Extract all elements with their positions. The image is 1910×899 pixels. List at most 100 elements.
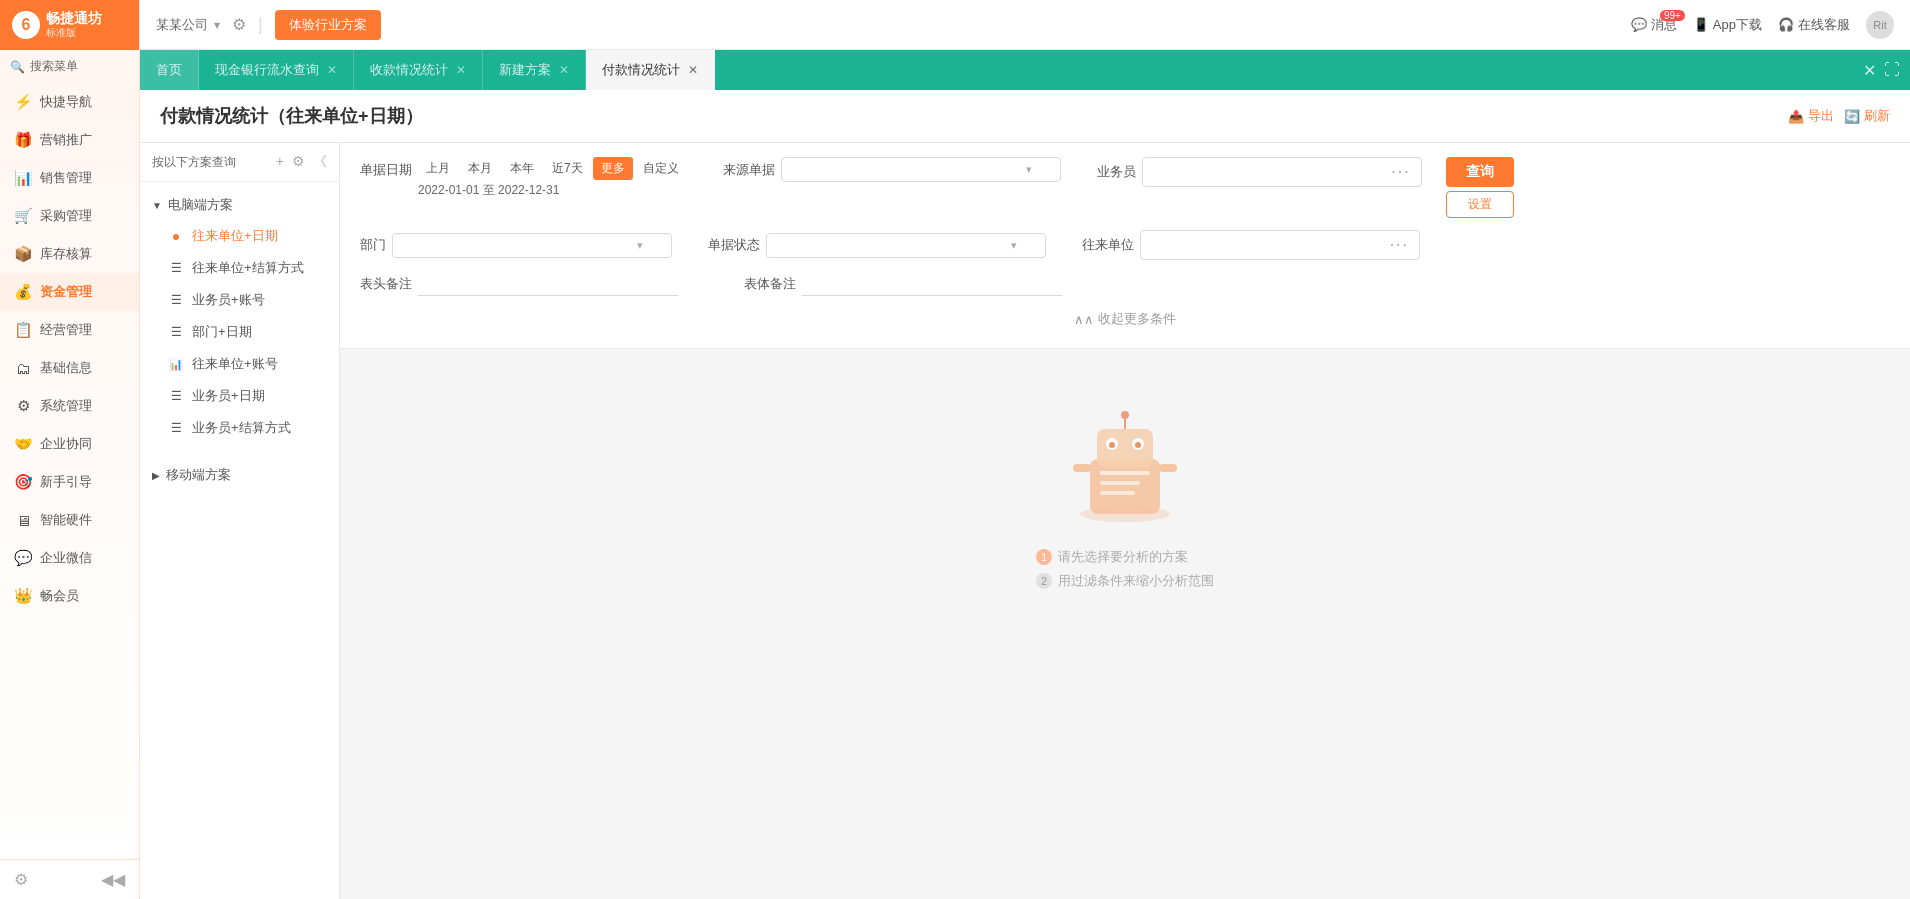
message-icon: 💬 [1631, 17, 1647, 32]
scheme-item-staff-account[interactable]: ☰ 业务员+账号 [140, 284, 339, 316]
date-this-month[interactable]: 本月 [460, 157, 500, 180]
tab-expand-icon[interactable]: ⛶ [1884, 61, 1900, 79]
dept-select[interactable]: ▾ [392, 233, 672, 258]
tab-home[interactable]: 首页 [140, 50, 199, 90]
messages-badge: 99+ [1660, 10, 1685, 21]
collapse-btn[interactable]: ∧∧ 收起更多条件 [360, 304, 1890, 334]
payment-tab-close-icon[interactable]: ✕ [688, 63, 698, 77]
tab-close-all-icon[interactable]: ✕ [1863, 61, 1876, 80]
date-last-month[interactable]: 上月 [418, 157, 458, 180]
sidebar-item-cooperation[interactable]: 🤝 企业协同 [0, 425, 139, 463]
scheme-item-partner-date[interactable]: ● 往来单位+日期 [140, 220, 339, 252]
sidebar-collapse-icon[interactable]: ◀◀ [101, 870, 125, 889]
messages-btn[interactable]: 💬 消息 99+ [1631, 16, 1677, 34]
panel-settings-icon[interactable]: ⚙ [292, 153, 305, 171]
logo-icon: 6 [12, 11, 40, 39]
dept-label: 部门 [360, 236, 386, 254]
search-menu[interactable]: 🔍 搜索菜单 [0, 50, 139, 83]
app-sub: 标准版 [46, 26, 102, 40]
topbar-settings-icon[interactable]: ⚙ [232, 15, 246, 34]
panel-add-icon[interactable]: + [276, 153, 284, 171]
panel-header-label: 按以下方案查询 [152, 154, 236, 171]
export-label: 导出 [1808, 107, 1834, 125]
new-plan-tab-close-icon[interactable]: ✕ [559, 63, 569, 77]
refresh-btn[interactable]: 🔄 刷新 [1844, 107, 1890, 125]
company-dropdown-icon[interactable]: ▾ [214, 18, 220, 32]
date-last-7[interactable]: 近7天 [544, 157, 591, 180]
user-avatar[interactable]: Rit [1866, 11, 1894, 39]
sidebar-item-sales[interactable]: 📊 销售管理 [0, 159, 139, 197]
filter-row-1: 单据日期 上月 本月 本年 近7天 更多 自定义 [360, 157, 1890, 218]
salesman-select[interactable]: ··· [1142, 157, 1422, 187]
source-select[interactable]: ▾ [781, 157, 1061, 182]
sidebar-item-inventory[interactable]: 📦 库存核算 [0, 235, 139, 273]
filter-settings-btn[interactable]: 设置 [1446, 191, 1514, 218]
sidebar-item-system-label: 系统管理 [40, 397, 92, 415]
scheme-item-partner-account[interactable]: 📊 往来单位+账号 [140, 348, 339, 380]
date-custom[interactable]: 自定义 [635, 157, 687, 180]
basics-icon: 🗂 [14, 359, 32, 377]
pc-section-header[interactable]: ▼ 电脑端方案 [140, 190, 339, 220]
scheme-item-partner-settle[interactable]: ☰ 往来单位+结算方式 [140, 252, 339, 284]
empty-state: 请先选择要分析的方案 用过滤条件来缩小分析范围 [340, 349, 1910, 653]
sidebar-item-finance-label: 资金管理 [40, 283, 92, 301]
scheme-item-staff-settle[interactable]: ☰ 业务员+结算方式 [140, 412, 339, 444]
collapse-icon: ∧∧ [1074, 312, 1094, 327]
tab-bank[interactable]: 现金银行流水查询 ✕ [199, 50, 354, 90]
company-area: 某某公司 ▾ [156, 16, 220, 34]
sidebar-item-purchase[interactable]: 🛒 采购管理 [0, 197, 139, 235]
panel-collapse-icon[interactable]: 《 [313, 153, 327, 171]
topbar-divider: | [258, 14, 263, 35]
tab-payment[interactable]: 付款情况统计 ✕ [586, 50, 715, 90]
wechat-icon: 💬 [14, 549, 32, 567]
scheme-item-dept-date-label: 部门+日期 [192, 323, 252, 341]
svg-point-6 [1135, 442, 1141, 448]
svg-rect-9 [1073, 464, 1091, 472]
receipt-tab-close-icon[interactable]: ✕ [456, 63, 466, 77]
page-title: 付款情况统计（往来单位+日期） [160, 104, 423, 128]
sidebar-item-finance[interactable]: 💰 资金管理 [0, 273, 139, 311]
scheme-item-staff-date[interactable]: ☰ 业务员+日期 [140, 380, 339, 412]
quick-nav-icon: ⚡ [14, 93, 32, 111]
download-btn[interactable]: 📱 App下载 [1693, 16, 1762, 34]
bank-tab-close-icon[interactable]: ✕ [327, 63, 337, 77]
tab-receipt[interactable]: 收款情况统计 ✕ [354, 50, 483, 90]
sidebar-item-operations[interactable]: 📋 经营管理 [0, 311, 139, 349]
scheme-active-icon: ● [168, 228, 184, 244]
filter-partner-group: 往来单位 ··· [1082, 230, 1420, 260]
home-tab-label: 首页 [156, 61, 182, 79]
partner-select[interactable]: ··· [1140, 230, 1420, 260]
sidebar-item-marketing[interactable]: 🎁 营销推广 [0, 121, 139, 159]
date-label: 单据日期 [360, 157, 412, 179]
filter-date-group: 单据日期 上月 本月 本年 近7天 更多 自定义 [360, 157, 687, 199]
svg-rect-13 [1100, 491, 1135, 495]
sidebar-item-system[interactable]: ⚙ 系统管理 [0, 387, 139, 425]
body-note-input[interactable] [802, 272, 1062, 296]
date-more[interactable]: 更多 [593, 157, 633, 180]
sidebar-item-guide[interactable]: 🎯 新手引导 [0, 463, 139, 501]
sidebar-item-purchase-label: 采购管理 [40, 207, 92, 225]
tab-new-plan[interactable]: 新建方案 ✕ [483, 50, 586, 90]
header-note-input[interactable] [418, 272, 678, 296]
refresh-icon: 🔄 [1844, 109, 1860, 124]
date-options-group: 上月 本月 本年 近7天 更多 自定义 2022-01-01 至 2022-12… [418, 157, 687, 199]
scheme-icon-5: ☰ [168, 388, 184, 404]
sidebar-item-hardware[interactable]: 🖥 智能硬件 [0, 501, 139, 539]
sidebar-item-quick-nav[interactable]: ⚡ 快捷导航 [0, 83, 139, 121]
service-btn[interactable]: 🎧 在线客服 [1778, 16, 1850, 34]
export-icon: 📤 [1788, 109, 1804, 124]
date-this-year[interactable]: 本年 [502, 157, 542, 180]
sidebar-item-wechat[interactable]: 💬 企业微信 [0, 539, 139, 577]
sidebar-settings-icon[interactable]: ⚙ [14, 870, 28, 889]
export-btn[interactable]: 📤 导出 [1788, 107, 1834, 125]
filter-body-note-group: 表体备注 [744, 272, 1062, 296]
query-btn[interactable]: 查询 [1446, 157, 1514, 187]
scheme-item-dept-date[interactable]: ☰ 部门+日期 [140, 316, 339, 348]
empty-hint-2: 用过滤条件来缩小分析范围 [1036, 569, 1214, 593]
sidebar-item-vip[interactable]: 👑 畅会员 [0, 577, 139, 615]
collapse-label: 收起更多条件 [1098, 310, 1176, 328]
mobile-section-header[interactable]: ▶ 移动端方案 [140, 460, 339, 490]
doc-status-select[interactable]: ▾ [766, 233, 1046, 258]
trial-btn[interactable]: 体验行业方案 [275, 10, 381, 40]
sidebar-item-basics[interactable]: 🗂 基础信息 [0, 349, 139, 387]
